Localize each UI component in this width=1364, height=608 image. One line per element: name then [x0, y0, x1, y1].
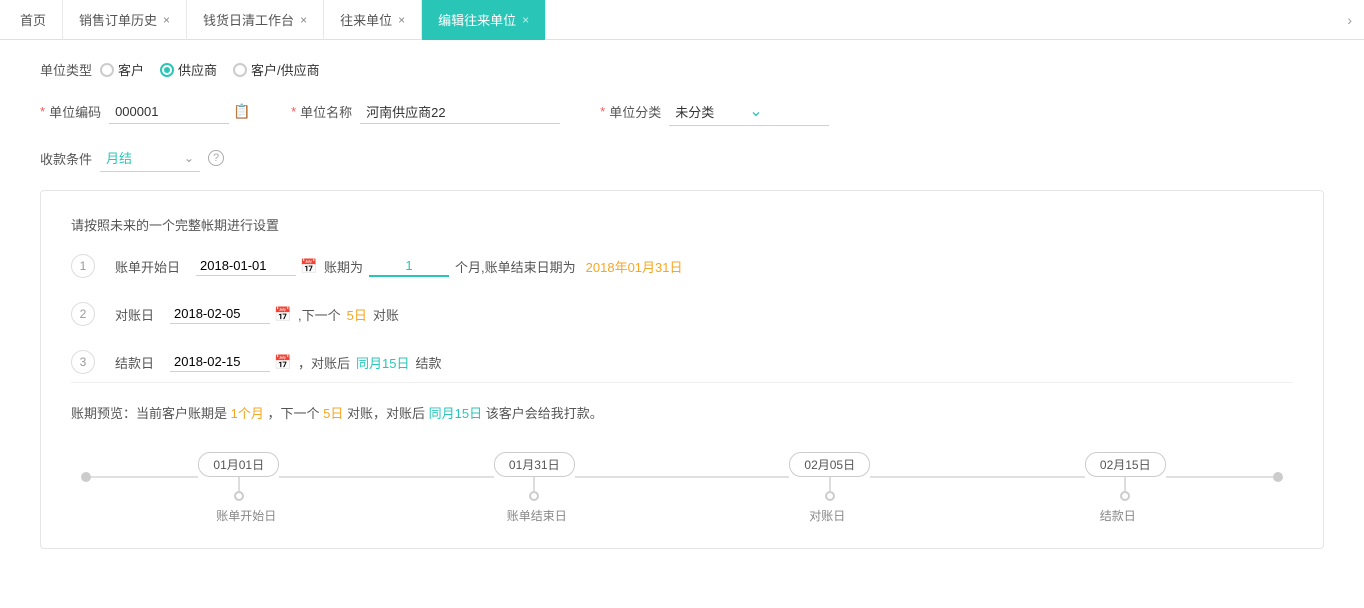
preview-sep1: ，下一个	[268, 406, 320, 421]
step-1-cal-icon[interactable]: 📅	[300, 257, 318, 275]
timeline-label-2: 01月31日	[494, 452, 575, 477]
tab-edit-partner[interactable]: 编辑往来单位 ×	[422, 0, 546, 40]
unit-type-row: 单位类型 客户 供应商 客户/供应商	[40, 60, 1324, 79]
step-row-2: 2 对账日 📅 ,下一个 5日 对账	[71, 302, 1293, 326]
payment-condition-label: 收款条件	[40, 149, 92, 168]
unit-name-input[interactable]	[360, 100, 560, 124]
payment-condition-dropdown[interactable]: 月结 ⌄	[100, 144, 200, 172]
unit-code-star: *	[40, 104, 45, 119]
preview-label: 账期预览：当前客户账期是	[71, 406, 227, 421]
tab-home[interactable]: 首页	[0, 0, 63, 40]
unit-code-copy-icon[interactable]: 📋	[233, 103, 251, 121]
timeline-node-2: 01月31日	[494, 452, 575, 501]
timeline-caption-4: 结款日	[1100, 507, 1136, 524]
unit-class-arrow-icon: ⌄	[749, 101, 823, 121]
unit-class-label: 单位分类	[609, 102, 661, 121]
payment-condition-row: 收款条件 月结 ⌄ ?	[40, 144, 1324, 172]
close-edit-partner[interactable]: ×	[522, 13, 529, 27]
radio-group: 客户 供应商 客户/供应商	[100, 60, 320, 79]
radio-supplier[interactable]: 供应商	[160, 60, 217, 79]
step-date-input-3[interactable]	[170, 352, 270, 372]
settings-card: 请按照未来的一个完整帐期进行设置 1 账单开始日 📅 账期为 个月,账单结束日期…	[40, 190, 1324, 549]
step-2-highlight: 5日	[347, 305, 367, 324]
radio-customer-circle	[100, 63, 114, 77]
unit-name-group: * 单位名称	[291, 100, 560, 124]
preview-2: 5日	[323, 406, 343, 421]
card-title: 请按照未来的一个完整帐期进行设置	[71, 215, 1293, 234]
preview-sep2: 对账，对账后	[347, 406, 425, 421]
preview-row: 账期预览：当前客户账期是 1个月 ，下一个 5日 对账，对账后 同月15日 该客…	[71, 399, 1293, 422]
close-partner[interactable]: ×	[398, 13, 405, 27]
step-label-2: 对账日	[115, 305, 154, 324]
unit-code-label: 单位编码	[49, 102, 101, 121]
timeline-node-3: 02月05日	[789, 452, 870, 501]
tab-partner[interactable]: 往来单位 ×	[324, 0, 422, 40]
preview-3: 同月15日	[429, 406, 482, 421]
preview-1: 1个月	[231, 406, 264, 421]
timeline-node-1: 01月01日	[198, 452, 279, 501]
payment-condition-arrow-icon: ⌄	[184, 151, 194, 165]
unit-name-label: 单位名称	[300, 102, 352, 121]
step-row-3: 3 结款日 📅 ，对账后 同月15日 结款	[71, 350, 1293, 374]
step-row-1: 1 账单开始日 📅 账期为 个月,账单结束日期为 2018年01月31日	[71, 254, 1293, 278]
main-content: 单位类型 客户 供应商 客户/供应商 * 单位编码 📋 *	[0, 40, 1364, 608]
timeline-left-dot	[81, 472, 91, 482]
step-3-cal-icon[interactable]: 📅	[274, 353, 292, 371]
fields-row: * 单位编码 📋 * 单位名称 * 单位分类 未分类 ⌄	[40, 97, 1324, 126]
radio-both-circle	[233, 63, 247, 77]
preview-end: 该客户会给我打款。	[486, 406, 603, 421]
tab-sales-history[interactable]: 销售订单历史 ×	[63, 0, 187, 40]
step-1-period-input[interactable]	[369, 256, 449, 277]
tab-scroll-right[interactable]: ›	[1335, 12, 1364, 28]
unit-class-dropdown[interactable]: 未分类 ⌄	[669, 97, 829, 126]
timeline-caption-1: 账单开始日	[216, 507, 276, 524]
timeline-line-1	[91, 476, 198, 478]
step-1-period-suffix: 个月,账单结束日期为	[455, 257, 576, 276]
payment-condition-value: 月结	[106, 148, 180, 167]
unit-code-group: * 单位编码 📋	[40, 100, 251, 124]
step-1-period-end: 2018年01月31日	[586, 257, 683, 276]
timeline-caption-3: 对账日	[809, 507, 845, 524]
step-num-1: 1	[71, 254, 95, 278]
radio-supplier-circle	[160, 63, 174, 77]
timeline-label-1: 01月01日	[198, 452, 279, 477]
step-num-2: 2	[71, 302, 95, 326]
timeline-label-3: 02月05日	[789, 452, 870, 477]
radio-both[interactable]: 客户/供应商	[233, 60, 320, 79]
radio-customer[interactable]: 客户	[100, 60, 144, 79]
tab-cashier[interactable]: 钱货日清工作台 ×	[187, 0, 324, 40]
timeline-node-4: 02月15日	[1085, 452, 1166, 501]
unit-class-star: *	[600, 104, 605, 119]
close-sales-history[interactable]: ×	[163, 13, 170, 27]
step-label-1: 账单开始日	[115, 257, 180, 276]
help-icon[interactable]: ?	[208, 150, 224, 166]
step-num-3: 3	[71, 350, 95, 374]
unit-code-input[interactable]	[109, 100, 229, 124]
timeline: 01月01日 01月31日 02月05日	[71, 452, 1293, 524]
step-2-cal-icon[interactable]: 📅	[274, 305, 292, 323]
unit-class-group: * 单位分类 未分类 ⌄	[600, 97, 829, 126]
timeline-right-dot	[1273, 472, 1283, 482]
step-label-3: 结款日	[115, 353, 154, 372]
unit-type-label: 单位类型	[40, 60, 92, 79]
step-3-desc-suffix: 结款	[416, 353, 442, 372]
close-cashier[interactable]: ×	[300, 13, 307, 27]
step-date-input-1[interactable]	[196, 256, 296, 276]
step-date-input-2[interactable]	[170, 304, 270, 324]
step-3-highlight: 同月15日	[356, 353, 409, 372]
step-2-desc-prefix: ,下一个	[298, 305, 341, 324]
step-1-period-prefix: 账期为	[324, 257, 363, 276]
step-3-desc-prefix: ，对账后	[298, 353, 350, 372]
timeline-label-4: 02月15日	[1085, 452, 1166, 477]
unit-name-star: *	[291, 104, 296, 119]
timeline-caption-2: 账单结束日	[507, 507, 567, 524]
step-2-desc-suffix: 对账	[373, 305, 399, 324]
tab-bar: 首页 销售订单历史 × 钱货日清工作台 × 往来单位 × 编辑往来单位 × ›	[0, 0, 1364, 40]
